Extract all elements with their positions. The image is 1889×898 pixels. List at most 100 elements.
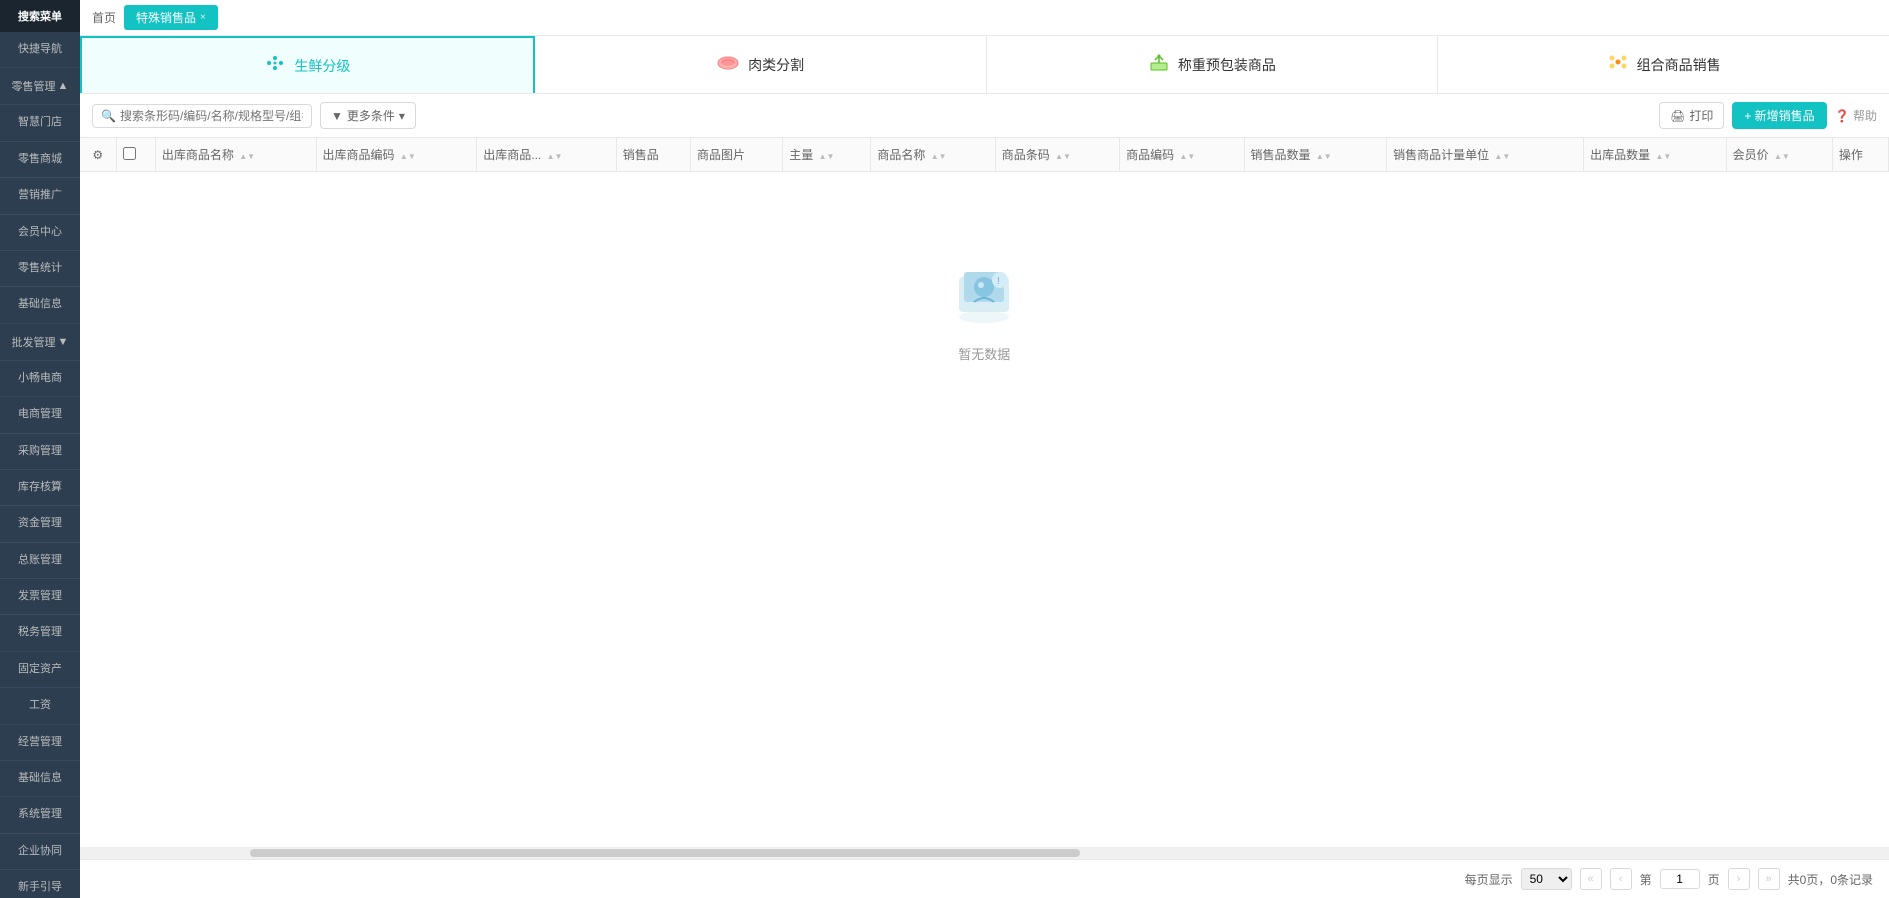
sidebar-item-smart-store[interactable]: 智慧门店 bbox=[0, 105, 80, 141]
print-button[interactable]: 🖨 打印 bbox=[1659, 102, 1724, 129]
col-out-product-x[interactable]: 出库商品... ▲▼ bbox=[477, 138, 617, 172]
filter-label: 更多条件 bbox=[347, 107, 395, 124]
sort-arrows-out-product-code: ▲▼ bbox=[400, 153, 416, 161]
filter-icon: ▼ bbox=[331, 109, 343, 123]
col-member-price[interactable]: 会员价 ▲▼ bbox=[1726, 138, 1832, 172]
sort-arrows-out-qty: ▲▼ bbox=[1655, 153, 1671, 161]
weight-package-icon bbox=[1148, 51, 1170, 78]
print-label: 打印 bbox=[1689, 107, 1713, 124]
home-link[interactable]: 首页 bbox=[92, 9, 116, 26]
add-button[interactable]: + 新增销售品 bbox=[1732, 102, 1826, 129]
sort-arrows-member-price: ▲▼ bbox=[1774, 153, 1790, 161]
sidebar-item-inventory[interactable]: 库存核算 bbox=[0, 470, 80, 506]
col-sale-qty[interactable]: 销售品数量 ▲▼ bbox=[1244, 138, 1387, 172]
sort-arrows-sale-qty: ▲▼ bbox=[1316, 153, 1332, 161]
per-page-select[interactable]: 50 10 20 100 bbox=[1521, 868, 1572, 890]
sidebar-item-ecom-mgmt[interactable]: 电商管理 bbox=[0, 397, 80, 433]
sidebar-item-quick-nav[interactable]: 快捷导航 bbox=[0, 32, 80, 68]
filter-arrow: ▾ bbox=[399, 109, 405, 123]
sidebar-item-marketing[interactable]: 营销推广 bbox=[0, 178, 80, 214]
col-settings[interactable]: ⚙ bbox=[80, 138, 116, 172]
sidebar: 搜索菜单 快捷导航 零售管理 ▲ 智慧门店 零售商城 营销推广 会员中心 零售统… bbox=[0, 0, 80, 898]
sort-arrows-weight: ▲▼ bbox=[819, 153, 835, 161]
filter-button[interactable]: ▼ 更多条件 ▾ bbox=[320, 102, 416, 129]
sidebar-item-retail-mall[interactable]: 零售商城 bbox=[0, 142, 80, 178]
sidebar-item-retail-mgmt[interactable]: 零售管理 ▲ bbox=[0, 68, 80, 105]
col-out-product-name[interactable]: 出库商品名称 ▲▼ bbox=[155, 138, 316, 172]
batch-mgmt-arrow: ▼ bbox=[58, 336, 69, 348]
scrollbar-thumb[interactable] bbox=[250, 849, 1080, 857]
help-icon: ❓ bbox=[1835, 109, 1850, 123]
sidebar-item-ops-mgmt[interactable]: 经营管理 bbox=[0, 725, 80, 761]
total-label: 共0页，0条记录 bbox=[1788, 871, 1873, 888]
sidebar-item-basic-info[interactable]: 基础信息 bbox=[0, 287, 80, 323]
sidebar-item-retail-stats[interactable]: 零售统计 bbox=[0, 251, 80, 287]
empty-text: 暂无数据 bbox=[958, 344, 1010, 363]
current-tab-label: 特殊销售品 bbox=[136, 9, 196, 26]
sidebar-item-newbie-guide[interactable]: 新手引导 bbox=[0, 870, 80, 898]
horizontal-scrollbar[interactable] bbox=[80, 847, 1889, 859]
table-body: ! 暂无数据 bbox=[80, 172, 1889, 444]
category-tabs: 生鲜分级 肉类分割 称重预包装商品 bbox=[80, 36, 1889, 94]
help-button[interactable]: ❓ 帮助 bbox=[1835, 107, 1877, 124]
fresh-grade-label: 生鲜分级 bbox=[294, 56, 350, 76]
col-sale-product[interactable]: 销售品 bbox=[616, 138, 690, 172]
current-tab[interactable]: 特殊销售品 × bbox=[124, 5, 218, 30]
batch-mgmt-label: 批发管理 bbox=[12, 334, 56, 350]
sidebar-item-capital-mgmt[interactable]: 资金管理 bbox=[0, 506, 80, 542]
sidebar-item-fixed-assets[interactable]: 固定资产 bbox=[0, 652, 80, 688]
next-page-button[interactable]: › bbox=[1728, 868, 1750, 890]
first-page-button[interactable]: « bbox=[1580, 868, 1602, 890]
sidebar-item-company-coop[interactable]: 企业协同 bbox=[0, 834, 80, 870]
cat-tab-combo[interactable]: 组合商品销售 bbox=[1438, 36, 1889, 93]
sidebar-logo[interactable]: 搜索菜单 bbox=[0, 0, 80, 32]
sidebar-item-sys-mgmt[interactable]: 系统管理 bbox=[0, 797, 80, 833]
sidebar-item-small-shop[interactable]: 小畅电商 bbox=[0, 361, 80, 397]
page-input[interactable] bbox=[1660, 869, 1700, 889]
select-all-checkbox[interactable] bbox=[123, 147, 136, 160]
help-label: 帮助 bbox=[1853, 109, 1877, 123]
search-input[interactable] bbox=[120, 109, 303, 123]
retail-mgmt-label: 零售管理 bbox=[12, 78, 56, 94]
col-product-code[interactable]: 商品编码 ▲▼ bbox=[1120, 138, 1244, 172]
empty-row: ! 暂无数据 bbox=[80, 172, 1889, 444]
col-out-qty[interactable]: 出库品数量 ▲▼ bbox=[1584, 138, 1727, 172]
toolbar: 🔍 ▼ 更多条件 ▾ 🖨 打印 + 新增销售品 ❓ 帮助 bbox=[80, 94, 1889, 138]
sidebar-item-purchase-mgmt[interactable]: 采购管理 bbox=[0, 434, 80, 470]
sidebar-item-tax-mgmt[interactable]: 税务管理 bbox=[0, 615, 80, 651]
sidebar-item-invoice-mgmt[interactable]: 发票管理 bbox=[0, 579, 80, 615]
sort-arrows-out-product-name: ▲▼ bbox=[239, 153, 255, 161]
col-barcode[interactable]: 商品条码 ▲▼ bbox=[995, 138, 1119, 172]
weight-package-label: 称重预包装商品 bbox=[1178, 55, 1276, 75]
sidebar-item-batch-mgmt[interactable]: 批发管理 ▼ bbox=[0, 324, 80, 361]
col-product-image[interactable]: 商品图片 bbox=[690, 138, 782, 172]
settings-icon[interactable]: ⚙ bbox=[92, 148, 103, 162]
toolbar-left: 🔍 ▼ 更多条件 ▾ bbox=[92, 102, 416, 129]
cat-tab-fresh-grade[interactable]: 生鲜分级 bbox=[80, 36, 535, 93]
col-weight[interactable]: 主量 ▲▼ bbox=[783, 138, 871, 172]
sidebar-item-account-mgmt[interactable]: 总账管理 bbox=[0, 543, 80, 579]
per-page-label: 每页显示 bbox=[1465, 871, 1513, 888]
search-icon: 🔍 bbox=[101, 109, 116, 123]
sidebar-item-hr[interactable]: 工资 bbox=[0, 688, 80, 724]
fresh-grade-icon bbox=[264, 52, 286, 79]
pagination: 每页显示 50 10 20 100 « ‹ 第 页 › » 共0页，0条记录 bbox=[80, 859, 1889, 898]
sidebar-item-member-center[interactable]: 会员中心 bbox=[0, 215, 80, 251]
empty-icon: ! bbox=[944, 252, 1024, 332]
sidebar-item-basic-info2[interactable]: 基础信息 bbox=[0, 761, 80, 797]
col-sale-unit[interactable]: 销售商品计量单位 ▲▼ bbox=[1387, 138, 1584, 172]
cat-tab-meat-cut[interactable]: 肉类分割 bbox=[535, 36, 987, 93]
col-checkbox[interactable] bbox=[116, 138, 155, 172]
col-product-name[interactable]: 商品名称 ▲▼ bbox=[871, 138, 995, 172]
search-wrap[interactable]: 🔍 bbox=[92, 104, 312, 128]
toolbar-right: 🖨 打印 + 新增销售品 ❓ 帮助 bbox=[1659, 102, 1877, 129]
col-out-product-code[interactable]: 出库商品编码 ▲▼ bbox=[316, 138, 477, 172]
last-page-button[interactable]: » bbox=[1758, 868, 1780, 890]
cat-tab-weight-package[interactable]: 称重预包装商品 bbox=[987, 36, 1439, 93]
prev-page-button[interactable]: ‹ bbox=[1610, 868, 1632, 890]
col-operation[interactable]: 操作 bbox=[1832, 138, 1888, 172]
close-tab-icon[interactable]: × bbox=[200, 12, 206, 23]
table-header-row: ⚙ 出库商品名称 ▲▼ 出库商品编码 ▲▼ 出库商品... bbox=[80, 138, 1889, 172]
sort-arrows-product-code: ▲▼ bbox=[1179, 153, 1195, 161]
topbar: 首页 特殊销售品 × bbox=[80, 0, 1889, 36]
